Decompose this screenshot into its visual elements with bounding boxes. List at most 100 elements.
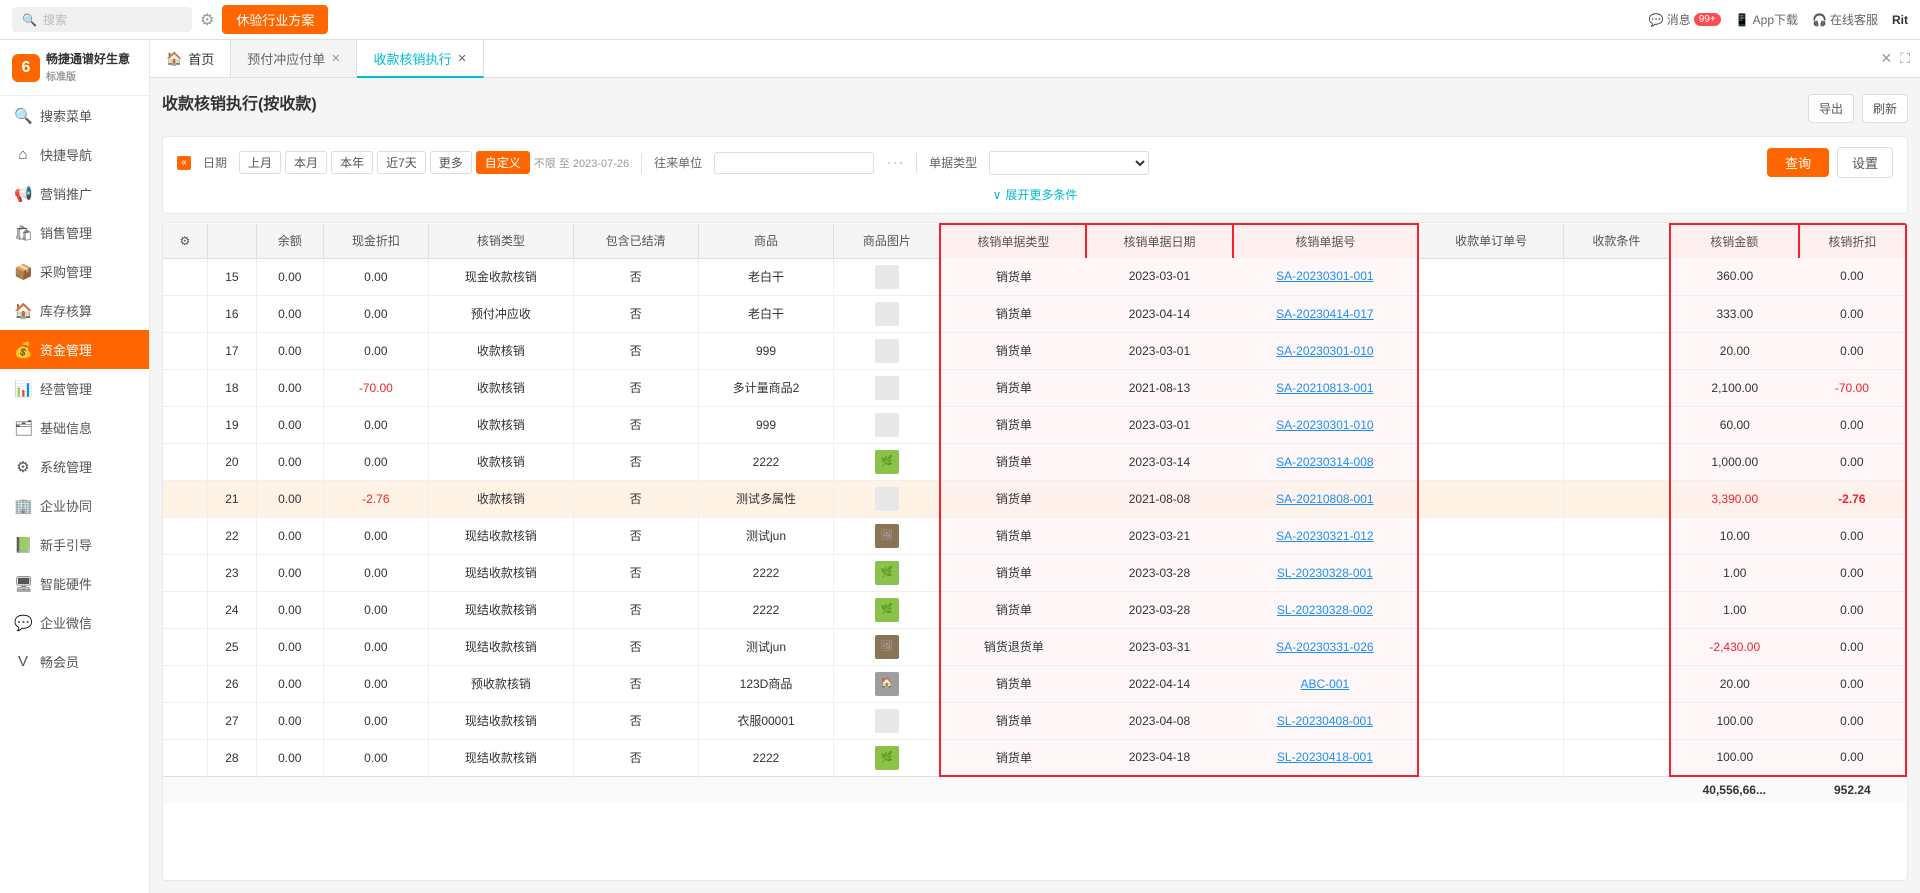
cell-product: 测试jun <box>698 628 834 665</box>
cell-receipt-cond <box>1564 295 1670 332</box>
search-area[interactable]: 🔍 搜索 <box>12 7 192 32</box>
solution-button[interactable]: 休验行业方案 <box>222 5 328 34</box>
tab-prepay[interactable]: 预付冲应付单 ✕ <box>231 40 357 77</box>
cell-product: 测试jun <box>698 517 834 554</box>
close-receivable-tab[interactable]: ✕ <box>457 52 466 65</box>
sidebar-item-company[interactable]: 🏢企业协同 <box>0 486 149 525</box>
message-label: 消息 <box>1667 11 1691 28</box>
home-icon: 🏠 <box>166 51 182 67</box>
cell-verify-type: 收款核销 <box>429 443 573 480</box>
product-image <box>875 339 899 363</box>
cell-product: 多计量商品2 <box>698 369 834 406</box>
date-7-days[interactable]: 近7天 <box>377 151 426 174</box>
cell-receipt-order <box>1418 517 1563 554</box>
cell-verify-type: 现结收款核销 <box>429 517 573 554</box>
cell-bill-no[interactable]: SA-20230414-017 <box>1233 295 1419 332</box>
cell-balance: 0.00 <box>257 591 324 628</box>
online-service[interactable]: 🎧 在线客服 <box>1812 11 1878 28</box>
cell-verify-discount: 0.00 <box>1799 258 1906 295</box>
close-prepay-tab[interactable]: ✕ <box>331 52 340 65</box>
cell-bill-no[interactable]: SA-20230321-012 <box>1233 517 1419 554</box>
cell-receipt-cond <box>1564 258 1670 295</box>
sidebar-item-vip[interactable]: V畅会员 <box>0 642 149 681</box>
user-name[interactable]: Rit <box>1892 13 1908 27</box>
logo-icon: 6 <box>12 54 40 82</box>
filter-area: « 日期 上月 本月 本年 近7天 更多 自定义 不限 至 2023-07-26 <box>162 136 1908 214</box>
setting-button[interactable]: 设置 <box>1837 147 1893 178</box>
cell-included: 否 <box>573 517 698 554</box>
partner-input[interactable] <box>714 152 874 174</box>
tab-receivable[interactable]: 收款核销执行 ✕ <box>357 40 483 78</box>
cell-bill-no[interactable]: SA-20230314-008 <box>1233 443 1419 480</box>
cell-product: 2222 <box>698 443 834 480</box>
col-settings[interactable]: ⚙ <box>163 224 207 258</box>
message-area[interactable]: 💬 消息 99+ <box>1649 11 1721 28</box>
cell-receipt-cond <box>1564 628 1670 665</box>
refresh-button[interactable]: 刷新 <box>1862 94 1908 123</box>
bill-type-label: 单据类型 <box>929 154 977 171</box>
cell-bill-no[interactable]: ABC-001 <box>1233 665 1419 702</box>
cell-bill-no[interactable]: SL-20230418-001 <box>1233 739 1419 776</box>
tab-bar: 🏠 首页 预付冲应付单 ✕ 收款核销执行 ✕ ✕ ⛶ <box>150 40 1920 78</box>
cell-bill-no[interactable]: SA-20230331-026 <box>1233 628 1419 665</box>
cell-receipt-order <box>1418 665 1563 702</box>
date-this-year[interactable]: 本年 <box>331 151 373 174</box>
col-balance: 余额 <box>257 224 324 258</box>
sidebar-item-search[interactable]: 🔍搜索菜单 <box>0 96 149 135</box>
export-button[interactable]: 导出 <box>1808 94 1854 123</box>
product-image <box>875 487 899 511</box>
sidebar-item-label: 经营管理 <box>40 379 92 398</box>
sidebar-item-marketing[interactable]: 📢营销推广 <box>0 174 149 213</box>
ellipsis-icon: ··· <box>886 152 904 173</box>
cell-seq: 19 <box>207 406 256 443</box>
search-icon: 🔍 <box>14 107 32 125</box>
bill-type-select[interactable] <box>989 151 1149 175</box>
cell-included: 否 <box>573 332 698 369</box>
cell-verify-amount: 60.00 <box>1670 406 1799 443</box>
cell-included: 否 <box>573 628 698 665</box>
cell-bill-no[interactable]: SL-20230328-002 <box>1233 591 1419 628</box>
sidebar-item-sales[interactable]: 🛍销售管理 <box>0 213 149 252</box>
cell-bill-no[interactable]: SA-20230301-010 <box>1233 406 1419 443</box>
col-bill-date: 核销单据日期 <box>1086 224 1232 258</box>
cell-seq: 18 <box>207 369 256 406</box>
sidebar-item-wechat[interactable]: 💬企业微信 <box>0 603 149 642</box>
table-row: 20 0.00 0.00 收款核销 否 2222 🌿 销货单 2023-03-1… <box>163 443 1906 480</box>
cell-bill-type: 销货单 <box>940 554 1086 591</box>
date-this-month[interactable]: 本月 <box>285 151 327 174</box>
sidebar-item-purchase[interactable]: 📦采购管理 <box>0 252 149 291</box>
sidebar-item-finance[interactable]: 💰资金管理 <box>0 330 149 369</box>
cell-bill-no[interactable]: SL-20230408-001 <box>1233 702 1419 739</box>
cell-receipt-cond <box>1564 591 1670 628</box>
app-download[interactable]: 📱 App下载 <box>1735 11 1798 28</box>
sidebar-item-label: 库存核算 <box>40 301 92 320</box>
sidebar-item-quick[interactable]: ⌂快捷导航 <box>0 135 149 174</box>
top-bar: 🔍 搜索 ⚙ 休验行业方案 💬 消息 99+ 📱 App下载 🎧 在线客服 Ri… <box>0 0 1920 40</box>
sidebar-item-system[interactable]: ⚙系统管理 <box>0 447 149 486</box>
sidebar-item-guide[interactable]: 📗新手引导 <box>0 525 149 564</box>
cell-bill-no[interactable]: SA-20230301-001 <box>1233 258 1419 295</box>
cell-included: 否 <box>573 443 698 480</box>
cell-bill-no[interactable]: SA-20230301-010 <box>1233 332 1419 369</box>
cell-gear <box>163 702 207 739</box>
settings-icon[interactable]: ⚙ <box>200 10 214 30</box>
cell-bill-no[interactable]: SA-20210808-001 <box>1233 480 1419 517</box>
date-custom[interactable]: 自定义 <box>476 151 530 174</box>
cell-bill-no[interactable]: SA-20210813-001 <box>1233 369 1419 406</box>
date-more[interactable]: 更多 <box>430 151 472 174</box>
sidebar-item-base[interactable]: 🗂基础信息 <box>0 408 149 447</box>
window-expand-icon[interactable]: ⛶ <box>1900 50 1910 67</box>
tab-home[interactable]: 🏠 首页 <box>150 40 231 77</box>
date-last-month[interactable]: 上月 <box>239 151 281 174</box>
sidebar-item-inventory[interactable]: 🏠库存核算 <box>0 291 149 330</box>
collapse-filter-btn[interactable]: « <box>177 156 191 170</box>
cell-bill-no[interactable]: SL-20230328-001 <box>1233 554 1419 591</box>
sidebar-item-hardware[interactable]: 🖥智能硬件 <box>0 564 149 603</box>
window-close-icon[interactable]: ✕ <box>1880 50 1892 67</box>
query-button[interactable]: 查询 <box>1767 148 1829 177</box>
sidebar-item-business[interactable]: 📊经营管理 <box>0 369 149 408</box>
table-row: 15 0.00 0.00 现金收款核销 否 老白干 销货单 2023-03-01… <box>163 258 1906 295</box>
cell-verify-discount: 0.00 <box>1799 739 1906 776</box>
cell-verify-amount: 100.00 <box>1670 739 1799 776</box>
expand-more-btn[interactable]: ∨ 展开更多条件 <box>993 186 1078 203</box>
